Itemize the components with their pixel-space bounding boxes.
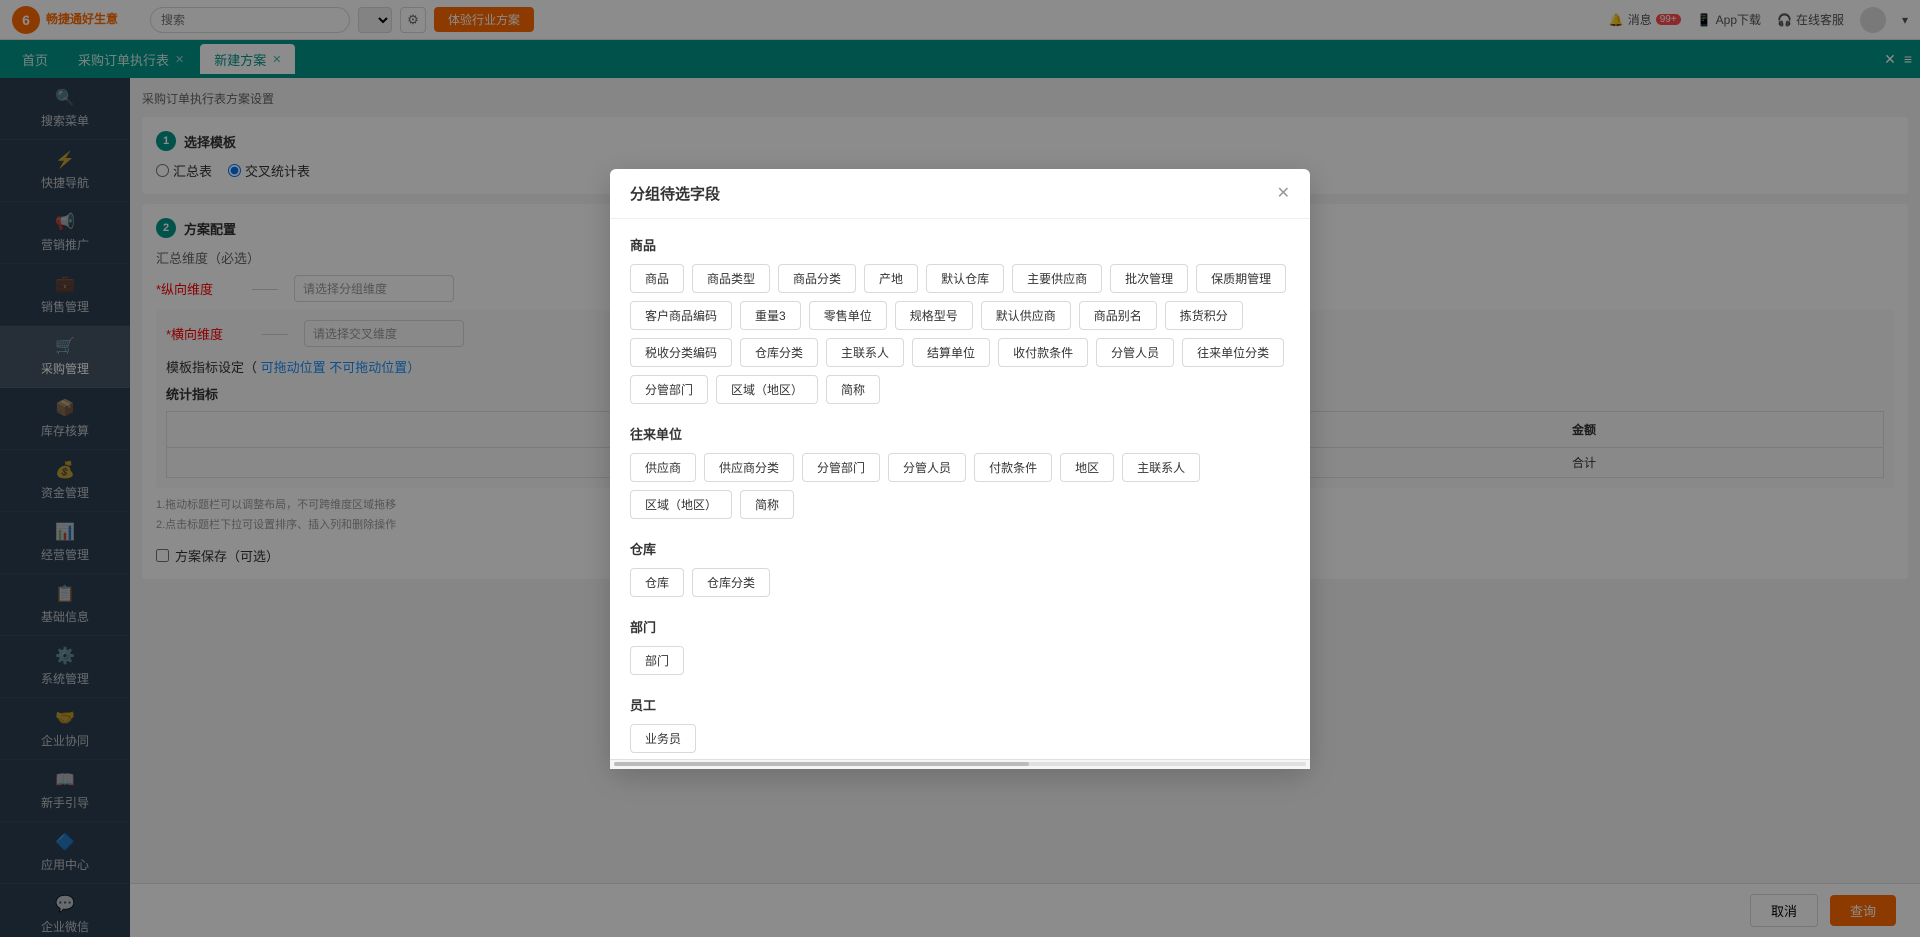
field-tag-0-16[interactable]: 仓库分类 xyxy=(740,338,818,367)
modal: 分组待选字段 ✕ 商品商品商品类型商品分类产地默认仓库主要供应商批次管理保质期管… xyxy=(610,169,1310,769)
field-tag-0-12[interactable]: 默认供应商 xyxy=(981,301,1071,330)
field-tag-1-6[interactable]: 主联系人 xyxy=(1122,453,1200,482)
field-group-title-4: 员工 xyxy=(630,695,1290,714)
field-tag-0-22[interactable]: 分管部门 xyxy=(630,375,708,404)
field-tag-1-3[interactable]: 分管人员 xyxy=(888,453,966,482)
field-group-0: 商品商品商品类型商品分类产地默认仓库主要供应商批次管理保质期管理客户商品编码重量… xyxy=(630,235,1290,404)
field-tag-0-7[interactable]: 保质期管理 xyxy=(1196,264,1286,293)
field-tags-4: 业务员 xyxy=(630,724,1290,753)
field-group-title-3: 部门 xyxy=(630,617,1290,636)
field-tags-1: 供应商供应商分类分管部门分管人员付款条件地区主联系人区域（地区） 简称 xyxy=(630,453,1290,519)
field-tag-1-4[interactable]: 付款条件 xyxy=(974,453,1052,482)
field-tag-2-0[interactable]: 仓库 xyxy=(630,568,684,597)
field-group-3: 部门部门 xyxy=(630,617,1290,675)
modal-close-button[interactable]: ✕ xyxy=(1277,183,1290,203)
field-tag-0-20[interactable]: 分管人员 xyxy=(1096,338,1174,367)
modal-overlay[interactable]: 分组待选字段 ✕ 商品商品商品类型商品分类产地默认仓库主要供应商批次管理保质期管… xyxy=(0,0,1920,937)
hscroll-thumb xyxy=(614,762,1029,766)
field-tag-0-1[interactable]: 商品类型 xyxy=(692,264,770,293)
field-tag-0-2[interactable]: 商品分类 xyxy=(778,264,856,293)
field-tag-0-9[interactable]: 重量3 xyxy=(740,301,801,330)
field-tag-1-0[interactable]: 供应商 xyxy=(630,453,696,482)
field-tag-0-0[interactable]: 商品 xyxy=(630,264,684,293)
field-tag-0-6[interactable]: 批次管理 xyxy=(1110,264,1188,293)
field-group-1: 往来单位供应商供应商分类分管部门分管人员付款条件地区主联系人区域（地区） 简称 xyxy=(630,424,1290,519)
field-tag-0-8[interactable]: 客户商品编码 xyxy=(630,301,732,330)
hscroll-track xyxy=(614,762,1306,766)
field-tag-0-23[interactable]: 区域（地区） xyxy=(716,375,818,404)
modal-body: 商品商品商品类型商品分类产地默认仓库主要供应商批次管理保质期管理客户商品编码重量… xyxy=(610,219,1310,760)
field-tag-0-10[interactable]: 零售单位 xyxy=(809,301,887,330)
field-tag-0-24[interactable]: 简称 xyxy=(826,375,880,404)
field-tag-0-5[interactable]: 主要供应商 xyxy=(1012,264,1102,293)
field-tag-0-18[interactable]: 结算单位 xyxy=(912,338,990,367)
field-group-2: 仓库仓库仓库分类 xyxy=(630,539,1290,597)
field-tag-0-17[interactable]: 主联系人 xyxy=(826,338,904,367)
field-tag-0-4[interactable]: 默认仓库 xyxy=(926,264,1004,293)
field-tags-3: 部门 xyxy=(630,646,1290,675)
field-tag-0-21[interactable]: 往来单位分类 xyxy=(1182,338,1284,367)
field-tag-2-1[interactable]: 仓库分类 xyxy=(692,568,770,597)
field-group-title-2: 仓库 xyxy=(630,539,1290,558)
field-tag-1-5[interactable]: 地区 xyxy=(1060,453,1114,482)
field-tag-1-8[interactable]: 简称 xyxy=(740,490,794,519)
modal-hscroll[interactable] xyxy=(610,759,1310,768)
field-tag-1-2[interactable]: 分管部门 xyxy=(802,453,880,482)
field-tag-0-3[interactable]: 产地 xyxy=(864,264,918,293)
field-tag-0-19[interactable]: 收付款条件 xyxy=(998,338,1088,367)
field-tag-1-7[interactable]: 区域（地区） xyxy=(630,490,732,519)
field-tag-0-11[interactable]: 规格型号 xyxy=(895,301,973,330)
field-group-title-0: 商品 xyxy=(630,235,1290,254)
field-tags-2: 仓库仓库分类 xyxy=(630,568,1290,597)
modal-title: 分组待选字段 xyxy=(630,183,720,204)
field-tag-4-0[interactable]: 业务员 xyxy=(630,724,696,753)
field-group-title-1: 往来单位 xyxy=(630,424,1290,443)
field-tag-1-1[interactable]: 供应商分类 xyxy=(704,453,794,482)
field-tags-0: 商品商品类型商品分类产地默认仓库主要供应商批次管理保质期管理客户商品编码重量3 零… xyxy=(630,264,1290,404)
modal-header: 分组待选字段 ✕ xyxy=(610,169,1310,219)
field-tag-3-0[interactable]: 部门 xyxy=(630,646,684,675)
field-group-4: 员工业务员 xyxy=(630,695,1290,753)
field-tag-0-15[interactable]: 税收分类编码 xyxy=(630,338,732,367)
field-tag-0-13[interactable]: 商品别名 xyxy=(1079,301,1157,330)
field-tag-0-14[interactable]: 拣货积分 xyxy=(1165,301,1243,330)
